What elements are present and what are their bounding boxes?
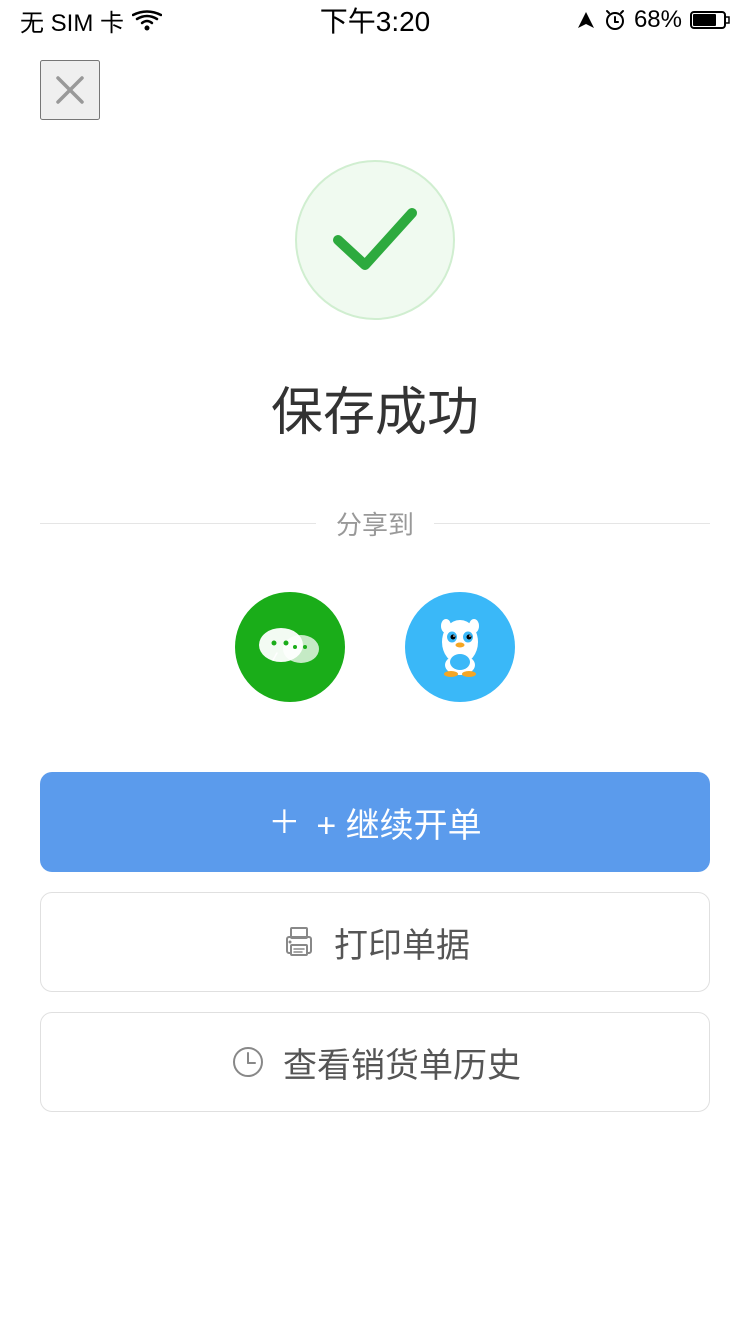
status-left: 无 SIM 卡 (20, 3, 162, 38)
print-receipt-button[interactable]: 打印单据 (40, 892, 710, 992)
wifi-icon (132, 9, 162, 31)
success-circle (295, 160, 455, 320)
wechat-share-button[interactable] (235, 592, 345, 702)
location-icon (576, 10, 596, 30)
checkmark-icon (330, 205, 420, 275)
divider-line-left (40, 523, 316, 524)
no-sim-label: 无 SIM 卡 (20, 3, 124, 38)
battery-percent: 68% (634, 6, 682, 34)
divider-line-right (434, 523, 710, 524)
alarm-icon (604, 9, 626, 31)
view-history-button[interactable]: 查看销货单历史 (40, 1012, 710, 1112)
share-icons-row (235, 592, 515, 702)
qq-share-button[interactable] (405, 592, 515, 702)
main-content: 保存成功 分享到 (0, 40, 750, 1334)
close-button[interactable] (40, 60, 100, 120)
status-bar: 无 SIM 卡 下午3:20 68% (0, 0, 750, 40)
qq-icon (428, 612, 493, 682)
print-receipt-label: 打印单据 (334, 918, 470, 967)
continue-order-button[interactable]: ＋ + 继续开单 (40, 772, 710, 872)
success-title: 保存成功 (271, 370, 479, 445)
view-history-label: 查看销货单历史 (283, 1038, 521, 1087)
status-time: 下午3:20 (320, 0, 431, 40)
status-right: 68% (576, 6, 730, 34)
share-label: 分享到 (336, 505, 414, 542)
plus-icon: ＋ (268, 806, 300, 838)
printer-icon (280, 923, 318, 961)
wechat-icon (255, 617, 325, 677)
battery-icon (690, 10, 730, 30)
share-divider: 分享到 (40, 505, 710, 542)
action-buttons: ＋ + 继续开单 打印单据 查看销货单历史 (40, 772, 710, 1112)
history-icon (229, 1043, 267, 1081)
continue-order-label: + 继续开单 (316, 798, 481, 847)
